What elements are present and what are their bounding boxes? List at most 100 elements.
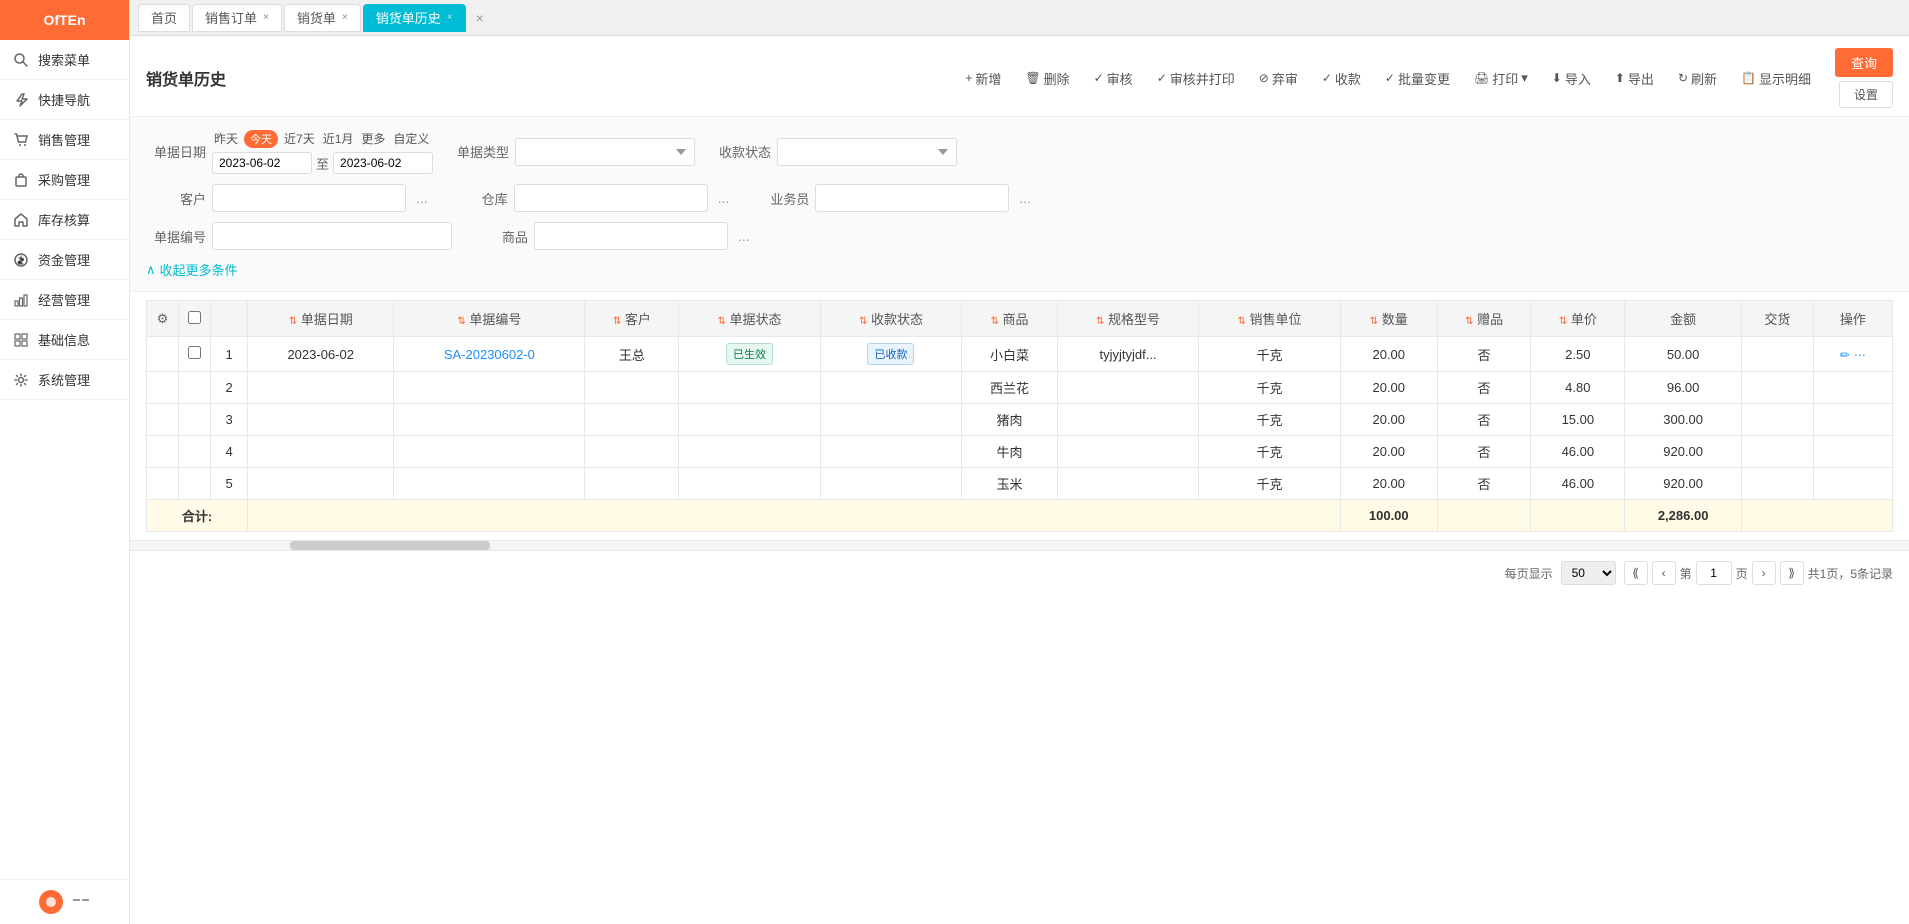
grid-icon: [12, 331, 30, 349]
next-page-button[interactable]: ›: [1752, 561, 1776, 585]
col-doc-date[interactable]: ⇅ 单据日期: [248, 301, 394, 337]
customer-ellipsis[interactable]: ...: [412, 190, 432, 206]
search-icon: [12, 51, 30, 69]
col-sales-unit[interactable]: ⇅ 销售单位: [1199, 301, 1341, 337]
tab-sales-goods[interactable]: 销货单 ×: [284, 4, 361, 32]
date-from-input[interactable]: [212, 152, 312, 174]
select-all-checkbox[interactable]: [188, 311, 201, 324]
query-button[interactable]: 查询: [1835, 48, 1893, 77]
sidebar-item-quick-nav[interactable]: 快捷导航: [0, 80, 129, 120]
col-customer[interactable]: ⇅ 客户: [585, 301, 679, 337]
goods-label: 商品: [468, 227, 528, 246]
filter-goods: 商品 ...: [468, 222, 754, 250]
per-page-select[interactable]: 50 100 200: [1561, 561, 1616, 585]
customer-input[interactable]: [212, 184, 406, 212]
date-tab-yesterday[interactable]: 昨天: [212, 129, 240, 148]
tab-close-sales-goods[interactable]: ×: [342, 12, 348, 23]
scrollbar-thumb[interactable]: [290, 541, 490, 550]
checkbox-cell: [179, 337, 211, 372]
date-tab-more[interactable]: 更多: [359, 129, 387, 148]
first-page-button[interactable]: ⟪: [1624, 561, 1648, 585]
doc-type-select[interactable]: [515, 138, 695, 166]
total-quantity: 100.00: [1340, 500, 1437, 532]
transaction-cell: [1742, 468, 1814, 500]
sidebar: OfTEn 搜索菜单 快捷导航 销售管理 采购管理 库存核算: [0, 0, 130, 924]
col-action: 操作: [1813, 301, 1892, 337]
collapse-filter-button[interactable]: ∧ 收起更多条件: [146, 260, 1893, 279]
col-doc-status[interactable]: ⇅ 单据状态: [679, 301, 821, 337]
row-no-cell: 1: [211, 337, 248, 372]
last-page-button[interactable]: ⟫: [1780, 561, 1804, 585]
sidebar-bottom-icon1[interactable]: [39, 890, 63, 914]
filter-row-3: 单据编号 商品 ...: [146, 222, 1893, 250]
audit-print-button[interactable]: ✓ 审核并打印: [1149, 65, 1243, 92]
window-close-button[interactable]: ×: [476, 10, 484, 26]
total-label: 合计:: [147, 500, 248, 532]
tab-close-sales-order[interactable]: ×: [263, 12, 269, 23]
date-tab-custom[interactable]: 自定义: [391, 129, 431, 148]
tab-home[interactable]: 首页: [138, 4, 190, 32]
warehouse-input[interactable]: [514, 184, 708, 212]
col-settings[interactable]: ⚙: [147, 301, 179, 337]
delete-button[interactable]: 🗑 删除: [1017, 65, 1077, 92]
doc-no-input[interactable]: [212, 222, 452, 250]
date-tab-today[interactable]: 今天: [244, 130, 278, 148]
doc-no-link[interactable]: SA-20230602-0: [444, 347, 535, 362]
col-gift[interactable]: ⇅ 赠品: [1437, 301, 1531, 337]
sidebar-item-search-menu[interactable]: 搜索菜单: [0, 40, 129, 80]
batch-change-button[interactable]: ✓ 批量变更: [1377, 65, 1458, 92]
print-button[interactable]: 🖨 打印 ▾: [1466, 65, 1536, 92]
home-icon: [12, 211, 30, 229]
checkbox-cell: [179, 404, 211, 436]
date-tab-7days[interactable]: 近7天: [282, 129, 317, 148]
abandon-button[interactable]: ⊘ 弃审: [1251, 65, 1306, 92]
col-goods[interactable]: ⇅ 商品: [962, 301, 1058, 337]
col-unit-price[interactable]: ⇅ 单价: [1531, 301, 1625, 337]
filter-row-1: 单据日期 昨天 今天 近7天 近1月 更多 自定义 至: [146, 129, 1893, 174]
row-checkbox[interactable]: [188, 346, 201, 359]
col-collect-status[interactable]: ⇅ 收款状态: [820, 301, 962, 337]
col-quantity[interactable]: ⇅ 数量: [1340, 301, 1437, 337]
sidebar-item-basic-info[interactable]: 基础信息: [0, 320, 129, 360]
new-button[interactable]: + 新增: [957, 65, 1009, 92]
sidebar-item-system-mgmt[interactable]: 系统管理: [0, 360, 129, 400]
tab-sales-history[interactable]: 销货单历史 ×: [363, 4, 466, 32]
col-spec[interactable]: ⇅ 规格型号: [1057, 301, 1199, 337]
sidebar-bottom-icon2[interactable]: [71, 890, 91, 914]
collect-button[interactable]: ✓ 收款: [1314, 65, 1369, 92]
sidebar-item-inventory-calc[interactable]: 库存核算: [0, 200, 129, 240]
sidebar-item-operation-mgmt[interactable]: 经营管理: [0, 280, 129, 320]
refresh-button[interactable]: ↻ 刷新: [1670, 65, 1725, 92]
doc-no-cell: SA-20230602-0: [394, 337, 585, 372]
horizontal-scrollbar[interactable]: [130, 540, 1909, 550]
page-number-input[interactable]: [1696, 561, 1732, 585]
tab-sales-order[interactable]: 销售订单 ×: [192, 4, 282, 32]
sidebar-item-label: 快捷导航: [38, 90, 90, 109]
total-amount: 2,286.00: [1625, 500, 1742, 532]
row-no-cell: 4: [211, 436, 248, 468]
show-detail-button[interactable]: 📋 显示明细: [1733, 65, 1819, 92]
sidebar-item-purchase-mgmt[interactable]: 采购管理: [0, 160, 129, 200]
doc-date-cell: [248, 468, 394, 500]
more-action-button[interactable]: ⋯: [1852, 348, 1868, 362]
export-button[interactable]: ⬆ 导出: [1607, 65, 1662, 92]
edit-action-button[interactable]: ✏: [1838, 348, 1852, 362]
import-button[interactable]: ⬇ 导入: [1544, 65, 1599, 92]
goods-input[interactable]: [534, 222, 728, 250]
tab-close-sales-history[interactable]: ×: [447, 12, 453, 23]
sales-rep-ellipsis[interactable]: ...: [1015, 190, 1035, 206]
date-to-input[interactable]: [333, 152, 433, 174]
col-doc-no[interactable]: ⇅ 单据编号: [394, 301, 585, 337]
sales-rep-input[interactable]: [815, 184, 1009, 212]
warehouse-ellipsis[interactable]: ...: [714, 190, 734, 206]
date-tab-1month[interactable]: 近1月: [321, 129, 356, 148]
collect-status-select[interactable]: [777, 138, 957, 166]
audit-button[interactable]: ✓ 审核: [1086, 65, 1141, 92]
table-settings-icon[interactable]: ⚙: [157, 311, 169, 326]
setting-button[interactable]: 设置: [1839, 81, 1893, 108]
sidebar-item-sales-mgmt[interactable]: 销售管理: [0, 120, 129, 160]
sidebar-item-finance-mgmt[interactable]: 资金管理: [0, 240, 129, 280]
prev-page-button[interactable]: ‹: [1652, 561, 1676, 585]
export-icon: ⬆: [1615, 71, 1625, 85]
goods-ellipsis[interactable]: ...: [734, 228, 754, 244]
